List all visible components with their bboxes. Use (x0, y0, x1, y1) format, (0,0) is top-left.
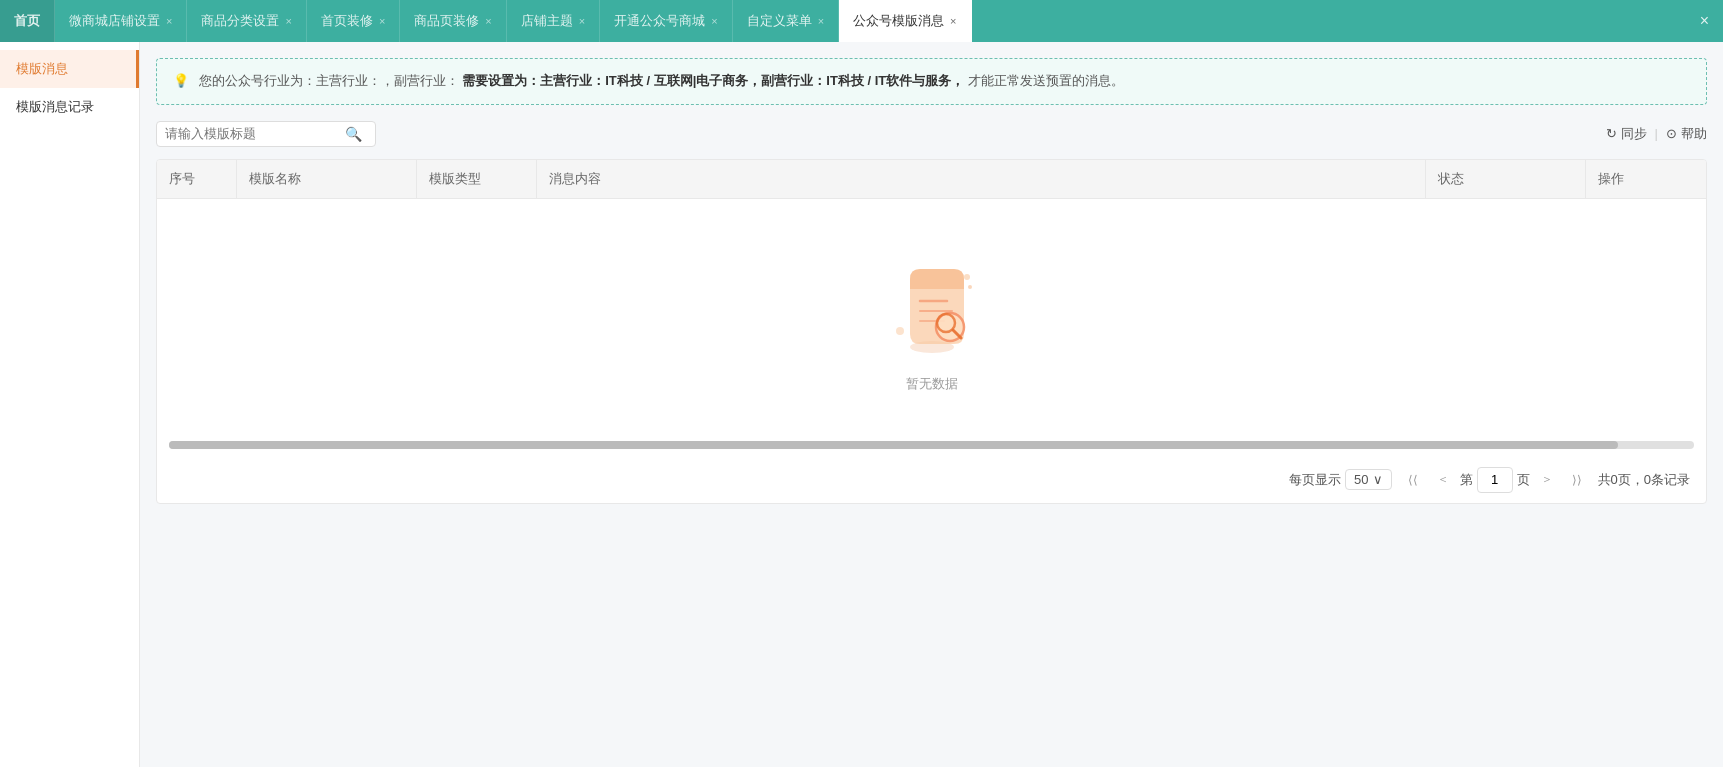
page-size-value: 50 (1354, 472, 1368, 487)
notice-highlight: 需要设置为：主营行业：IT科技 / 互联网|电子商务，副营行业：IT科技 / I… (462, 73, 964, 88)
prev-page-button[interactable]: ＜ (1430, 467, 1456, 493)
help-button[interactable]: ⊙ 帮助 (1666, 125, 1707, 143)
tab-wshop-settings[interactable]: 微商城店铺设置 × (55, 0, 187, 42)
toolbar-divider: | (1655, 126, 1658, 141)
tab-product-category-label: 商品分类设置 (201, 12, 279, 30)
scrollbar-thumb[interactable] (169, 441, 1618, 449)
tab-home-decorate-label: 首页装修 (321, 12, 373, 30)
empty-state: 暂无数据 (157, 199, 1706, 433)
tab-home-label: 首页 (14, 12, 40, 30)
notice-box: 💡 您的公众号行业为：主营行业：，副营行业： 需要设置为：主营行业：IT科技 /… (156, 58, 1707, 105)
search-input[interactable] (165, 126, 345, 141)
tab-custom-menu-label: 自定义菜单 (747, 12, 812, 30)
col-header-name: 模版名称 (237, 160, 417, 198)
toolbar-right: ↻ 同步 | ⊙ 帮助 (1606, 125, 1707, 143)
notice-icon: 💡 (173, 73, 189, 88)
search-input-wrap[interactable]: 🔍 (156, 121, 376, 147)
search-icon[interactable]: 🔍 (345, 126, 362, 142)
empty-illustration (882, 259, 982, 359)
content-area: 💡 您的公众号行业为：主营行业：，副营行业： 需要设置为：主营行业：IT科技 /… (140, 42, 1723, 767)
col-header-content: 消息内容 (537, 160, 1426, 198)
notice-text2: 才能正常发送预置的消息。 (968, 73, 1124, 88)
tab-home-decorate-close[interactable]: × (379, 15, 385, 27)
page-label: 第 (1460, 471, 1473, 489)
tab-product-category-close[interactable]: × (285, 15, 291, 27)
svg-point-8 (968, 285, 972, 289)
tab-product-category[interactable]: 商品分类设置 × (187, 0, 306, 42)
tab-custom-menu-close[interactable]: × (818, 15, 824, 27)
tab-product-decorate-label: 商品页装修 (414, 12, 479, 30)
sidebar-item-template-msg-log[interactable]: 模版消息记录 (0, 88, 139, 126)
sync-button[interactable]: ↻ 同步 (1606, 125, 1647, 143)
chevron-down-icon: ∨ (1373, 472, 1383, 487)
sidebar: 模版消息 模版消息记录 (0, 42, 140, 767)
col-header-index: 序号 (157, 160, 237, 198)
tab-shop-theme[interactable]: 店铺主题 × (507, 0, 600, 42)
page-unit: 页 (1517, 471, 1530, 489)
search-bar: 🔍 ↻ 同步 | ⊙ 帮助 (156, 121, 1707, 147)
tab-wshop-settings-label: 微商城店铺设置 (69, 12, 160, 30)
tab-open-mall-close[interactable]: × (711, 15, 717, 27)
tab-home[interactable]: 首页 (0, 0, 55, 42)
tab-bar-close-all[interactable]: × (1686, 12, 1723, 30)
main-layout: 模版消息 模版消息记录 💡 您的公众号行业为：主营行业：，副营行业： 需要设置为… (0, 42, 1723, 767)
tab-shop-theme-close[interactable]: × (579, 15, 585, 27)
help-icon: ⊙ (1666, 126, 1677, 141)
tab-wshop-settings-close[interactable]: × (166, 15, 172, 27)
page-size-select: 每页显示 50 ∨ (1289, 469, 1391, 490)
last-page-button[interactable]: ⟩⟩ (1564, 467, 1590, 493)
horizontal-scrollbar[interactable] (169, 441, 1694, 449)
page-total: 共0页，0条记录 (1598, 471, 1690, 489)
help-label: 帮助 (1681, 125, 1707, 143)
tab-product-decorate-close[interactable]: × (485, 15, 491, 27)
empty-text: 暂无数据 (906, 375, 958, 393)
data-table: 序号 模版名称 模版类型 消息内容 状态 操作 (156, 159, 1707, 504)
sidebar-item-template-msg[interactable]: 模版消息 (0, 50, 139, 88)
svg-point-9 (896, 327, 904, 335)
page-size-dropdown[interactable]: 50 ∨ (1345, 469, 1391, 490)
sync-icon: ↻ (1606, 126, 1617, 141)
tab-template-msg-label: 公众号模版消息 (853, 12, 944, 30)
col-header-action: 操作 (1586, 160, 1706, 198)
next-page-button[interactable]: ＞ (1534, 467, 1560, 493)
tab-custom-menu[interactable]: 自定义菜单 × (733, 0, 839, 42)
sync-label: 同步 (1621, 125, 1647, 143)
sidebar-item-template-msg-label: 模版消息 (16, 61, 68, 76)
tab-product-decorate[interactable]: 商品页装修 × (400, 0, 506, 42)
tab-shop-theme-label: 店铺主题 (521, 12, 573, 30)
tab-template-msg[interactable]: 公众号模版消息 × (839, 0, 971, 42)
tab-home-decorate[interactable]: 首页装修 × (307, 0, 400, 42)
table-header: 序号 模版名称 模版类型 消息内容 状态 操作 (157, 160, 1706, 199)
col-header-type: 模版类型 (417, 160, 537, 198)
tab-bar: 首页 微商城店铺设置 × 商品分类设置 × 首页装修 × 商品页装修 × 店铺主… (0, 0, 1723, 42)
tab-open-mall[interactable]: 开通公众号商城 × (600, 0, 732, 42)
col-header-status: 状态 (1426, 160, 1586, 198)
tab-open-mall-label: 开通公众号商城 (614, 12, 705, 30)
svg-point-7 (964, 274, 970, 280)
pagination: 每页显示 50 ∨ ⟨⟨ ＜ 第 页 ＞ ⟩⟩ 共0页，0条记录 (157, 457, 1706, 503)
tab-template-msg-close[interactable]: × (950, 15, 956, 27)
sidebar-item-template-msg-log-label: 模版消息记录 (16, 99, 94, 114)
notice-text1: 您的公众号行业为：主营行业：，副营行业： (199, 73, 459, 88)
first-page-button[interactable]: ⟨⟨ (1400, 467, 1426, 493)
page-navigation: ⟨⟨ ＜ 第 页 ＞ ⟩⟩ (1400, 467, 1590, 493)
page-number-input[interactable] (1477, 467, 1513, 493)
page-size-label: 每页显示 (1289, 471, 1341, 489)
